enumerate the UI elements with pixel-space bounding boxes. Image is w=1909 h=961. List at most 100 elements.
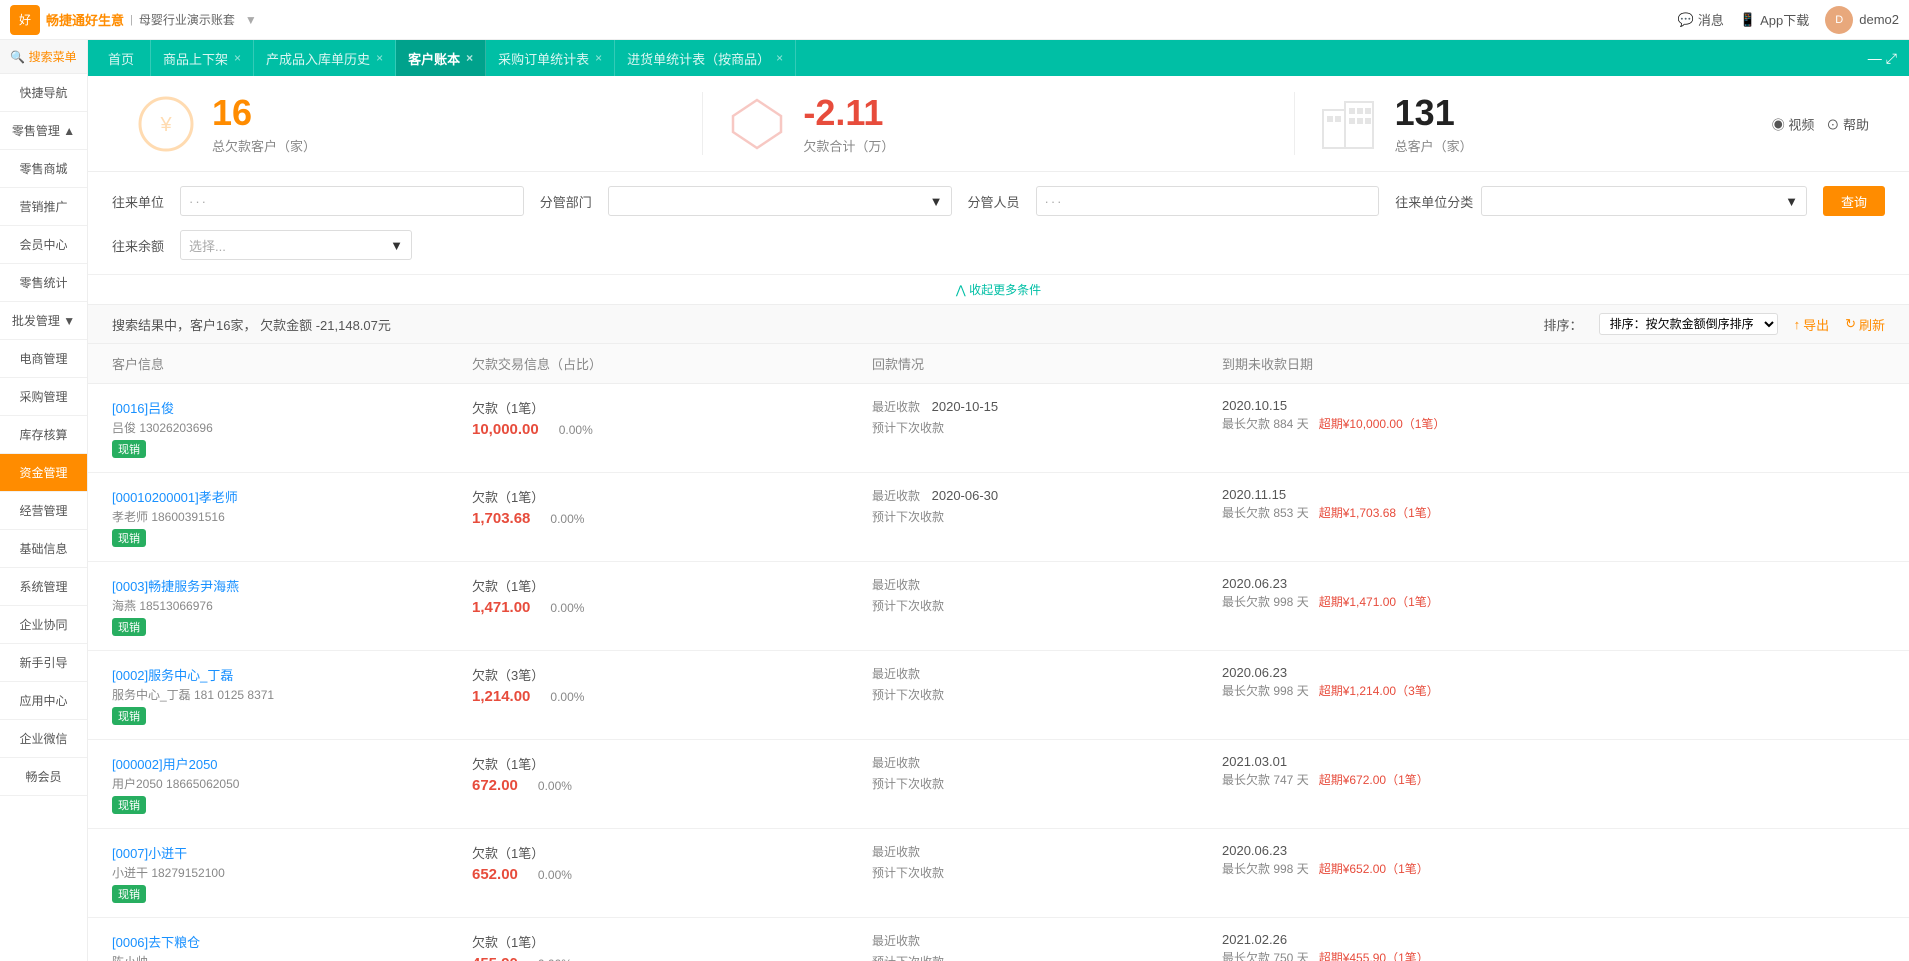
export-icon: ↑ [1794,317,1801,332]
tab-import-stats[interactable]: 进货单统计表（按商品） × [615,40,796,76]
overdue-link-2[interactable]: 超期¥1,471.00（1笔） [1319,595,1439,609]
sidebar-item-basic-info[interactable]: 基础信息 [0,530,87,568]
customer-name-4[interactable]: [000002]用户2050 [112,754,472,773]
unit-category-select[interactable]: ▼ [1481,186,1807,216]
debt-amount-6[interactable]: 455.90 [472,955,518,961]
debt-count-6: 欠款（1笔） [472,932,872,951]
sidebar-item-marketing[interactable]: 营销推广 [0,188,87,226]
sidebar-item-ecommerce[interactable]: 电商管理 [0,340,87,378]
customer-name-3[interactable]: [0002]服务中心_丁磊 [112,665,472,684]
overdue-link-4[interactable]: 超期¥672.00（1笔） [1319,773,1429,787]
customer-name-6[interactable]: [0006]去下粮仓 [112,932,472,951]
sidebar-item-member-center[interactable]: 会员中心 [0,226,87,264]
tab-minimize-btn[interactable]: — [1868,50,1882,66]
app-download-btn[interactable]: 📱 App下载 [1740,10,1809,29]
repay-cell-6: 最近收款 预计下次收款 [872,932,1222,961]
content-area: ¥ 16 总欠款客户（家） [88,76,1909,961]
tab-home[interactable]: 首页 [92,40,151,76]
sidebar-item-new-guide[interactable]: 新手引导 [0,644,87,682]
filter-row-1: 往来单位 ··· 分管部门 ▼ [112,186,1885,216]
due-cell-4: 2021.03.01 最长欠款 747 天 超期¥672.00（1笔） [1222,754,1885,788]
customer-name-5[interactable]: [0007]小迸干 [112,843,472,862]
debt-amount-4[interactable]: 672.00 [472,777,518,794]
table-row: [0006]去下粮仓 陈小帅 现销 欠款（1笔） 455.90 0.00% 最近… [88,918,1909,961]
sidebar-item-retail-mall[interactable]: 零售商城 [0,150,87,188]
debt-cell-3: 欠款（3笔） 1,214.00 0.00% [472,665,872,709]
table-row: [0016]吕俊 吕俊 13026203696 现销 欠款（1笔） 10,000… [88,384,1909,473]
sidebar-item-system-mgmt[interactable]: 系统管理 [0,568,87,606]
customer-name-0[interactable]: [0016]吕俊 [112,398,472,417]
filter-area: 往来单位 ··· 分管部门 ▼ [88,172,1909,305]
debt-amount-5[interactable]: 652.00 [472,866,518,883]
repay-last-3: 最近收款 [872,665,1222,682]
customer-name-2[interactable]: [0003]畅捷服务尹海燕 [112,576,472,595]
overdue-link-0[interactable]: 超期¥10,000.00（1笔） [1319,417,1446,431]
help-btn[interactable]: ⊙ 帮助 [1826,114,1869,133]
tab-product-history[interactable]: 产成品入库单历史 × [254,40,396,76]
customer-name-1[interactable]: [00010200001]孝老师 [112,487,472,506]
debt-count-5: 欠款（1笔） [472,843,872,862]
sidebar-item-enterprise-wechat[interactable]: 企业微信 [0,720,87,758]
sidebar-item-quick-nav[interactable]: 快捷导航 [0,74,87,112]
overdue-link-3[interactable]: 超期¥1,214.00（3笔） [1319,684,1439,698]
balance-select[interactable]: 选择... ▼ [180,230,412,260]
person-input[interactable]: ··· [1036,186,1380,216]
tab-close-products-off[interactable]: × [234,51,241,65]
sidebar-item-enterprise-collab[interactable]: 企业协同 [0,606,87,644]
repay-cell-4: 最近收款 预计下次收款 [872,754,1222,792]
debt-amount-1[interactable]: 1,703.68 [472,510,530,527]
sidebar-item-inventory[interactable]: 库存核算 [0,416,87,454]
debt-percent-1: 0.00% [550,512,584,526]
sidebar-item-ops-mgmt[interactable]: 经营管理 [0,492,87,530]
tab-products-off[interactable]: 商品上下架 × [151,40,254,76]
tab-close-product-history[interactable]: × [376,51,383,65]
tab-purchase-stats[interactable]: 采购订单统计表 × [486,40,615,76]
collapse-bar[interactable]: ⋀ 收起更多条件 [88,274,1909,304]
tab-maximize-btn[interactable]: ⤢ [1886,50,1897,67]
video-btn[interactable]: ◉ 视频 [1772,114,1815,133]
search-button[interactable]: 查询 [1823,186,1885,216]
debt-amount-3[interactable]: 1,214.00 [472,688,530,705]
debt-amount-0[interactable]: 10,000.00 [472,421,539,438]
unit-category-label: 往来单位分类 [1395,192,1473,211]
user-profile[interactable]: D demo2 [1825,6,1899,34]
sidebar-item-finance[interactable]: 资金管理 [0,454,87,492]
stat-content-debt-customers: 16 总欠款客户（家） [212,92,316,155]
sidebar-item-purchase-mgmt[interactable]: 采购管理 [0,378,87,416]
customer-info-3: 服务中心_丁磊 181 0125 8371 [112,686,472,703]
dept-select[interactable]: ▼ [608,186,952,216]
overdue-link-1[interactable]: 超期¥1,703.68（1笔） [1319,506,1439,520]
customer-info-5: 小迸干 18279152100 [112,864,472,881]
message-btn[interactable]: 💬 消息 [1678,10,1724,29]
sidebar-item-wholesale-mgmt[interactable]: 批发管理 ▼ [0,302,87,340]
tab-close-purchase-stats[interactable]: × [595,51,602,65]
stat-content-debt-amount: -2.11 欠款合计（万） [803,92,894,155]
overdue-link-5[interactable]: 超期¥652.00（1笔） [1319,862,1429,876]
sidebar-search[interactable]: 🔍 搜索菜单 [0,40,87,74]
overdue-link-6[interactable]: 超期¥455.90（1笔） [1319,951,1429,961]
debt-amount-2[interactable]: 1,471.00 [472,599,530,616]
customer-tag-5: 现销 [112,885,146,903]
due-date-0: 2020.10.15 [1222,398,1885,413]
sidebar: 🔍 搜索菜单 快捷导航 零售管理 ▲ 零售商城 营销推广 会员中心 零售统计 批… [0,40,88,961]
table-row: [0003]畅捷服务尹海燕 海燕 18513066976 现销 欠款（1笔） 1… [88,562,1909,651]
sidebar-item-vip-member[interactable]: 畅会员 [0,758,87,796]
customer-tag-3: 现销 [112,707,146,725]
export-btn[interactable]: ↑ 导出 [1794,315,1830,334]
filter-group-unit-category: 往来单位分类 ▼ [1395,186,1807,216]
customer-cell-5: [0007]小迸干 小迸干 18279152100 现销 [112,843,472,903]
tab-close-customer-account[interactable]: × [466,51,473,65]
refresh-btn[interactable]: ↻ 刷新 [1845,315,1885,334]
tab-customer-account[interactable]: 客户账本 × [396,40,486,76]
sidebar-item-retail-stats[interactable]: 零售统计 [0,264,87,302]
filter-group-dept: 分管部门 ▼ [540,186,952,216]
source-unit-input[interactable]: ··· [180,186,524,216]
debt-count-0: 欠款（1笔） [472,398,872,417]
sidebar-item-app-center[interactable]: 应用中心 [0,682,87,720]
tab-close-import-stats[interactable]: × [776,51,783,65]
sort-select[interactable]: 排序：按欠款金额倒序排序 [1599,313,1778,335]
sidebar-item-retail-mgmt[interactable]: 零售管理 ▲ [0,112,87,150]
stat-label-debt-amount: 欠款合计（万） [803,136,894,155]
stats-bar: ¥ 16 总欠款客户（家） [88,76,1909,172]
repay-next-0: 预计下次收款 [872,419,1222,436]
